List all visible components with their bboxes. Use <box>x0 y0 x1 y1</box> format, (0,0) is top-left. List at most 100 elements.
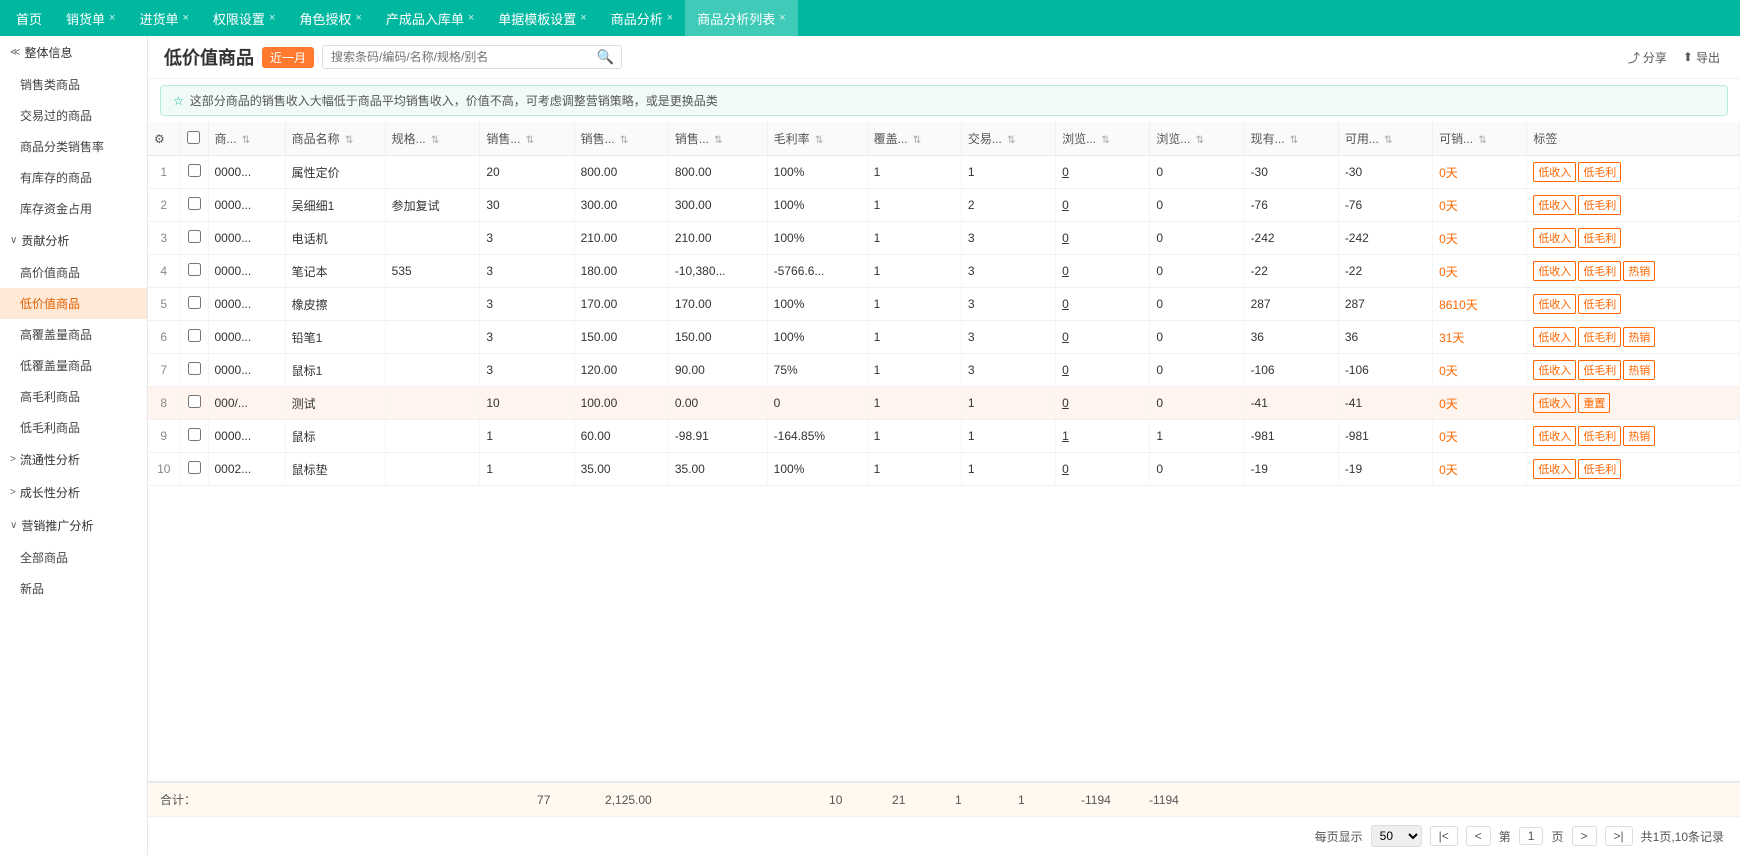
sidebar-item-low-margin[interactable]: 低毛利商品 <box>0 412 147 443</box>
sidebar-item-low-value[interactable]: 低价值商品 <box>0 288 147 319</box>
col-stock2[interactable]: 可用... ⇅ <box>1338 122 1432 156</box>
row-checkbox[interactable] <box>188 395 201 408</box>
browse-count-1[interactable]: 0 <box>1056 354 1150 387</box>
close-icon[interactable]: × <box>580 12 586 24</box>
browse-link[interactable]: 0 <box>1062 297 1069 311</box>
close-icon[interactable]: × <box>182 12 188 24</box>
sidebar-item-high-coverage[interactable]: 高覆盖量商品 <box>0 319 147 350</box>
sidebar-group-growth[interactable]: > 成长性分析 <box>0 476 147 509</box>
row-checkbox[interactable] <box>188 230 201 243</box>
select-all-checkbox[interactable] <box>187 131 200 144</box>
close-icon[interactable]: × <box>355 12 361 24</box>
sidebar-item-low-coverage[interactable]: 低覆盖量商品 <box>0 350 147 381</box>
nav-sales-order[interactable]: 销货单 × <box>54 0 127 36</box>
col-stock1[interactable]: 现有... ⇅ <box>1244 122 1338 156</box>
sidebar-item-inventory-funds[interactable]: 库存资金占用 <box>0 193 147 224</box>
browse-link[interactable]: 0 <box>1062 363 1069 377</box>
nav-role-auth[interactable]: 角色授权 × <box>287 0 373 36</box>
close-icon[interactable]: × <box>667 12 673 24</box>
close-icon[interactable]: × <box>779 12 785 24</box>
col-sales-amt[interactable]: 销售... ⇅ <box>574 122 668 156</box>
sidebar-item-all-products[interactable]: 全部商品 <box>0 542 147 573</box>
row-checkbox[interactable] <box>188 461 201 474</box>
col-sales-avg[interactable]: 销售... ⇅ <box>668 122 767 156</box>
col-browse2[interactable]: 浏览... ⇅ <box>1150 122 1244 156</box>
nav-purchase-order[interactable]: 进货单 × <box>127 0 200 36</box>
page-size-select[interactable]: 50 100 200 <box>1371 825 1422 847</box>
first-page-button[interactable]: |< <box>1430 826 1458 846</box>
browse-count-1[interactable]: 0 <box>1056 387 1150 420</box>
col-gross-rate[interactable]: 毛利率 ⇅ <box>767 122 867 156</box>
sidebar-group-marketing[interactable]: ∨ 营销推广分析 <box>0 509 147 542</box>
row-checkbox[interactable] <box>188 428 201 441</box>
col-settings[interactable]: ⚙ <box>148 122 180 156</box>
sidebar-group-overall[interactable]: ≪ 整体信息 <box>0 36 147 69</box>
col-coverage[interactable]: 覆盖... ⇅ <box>867 122 961 156</box>
nav-product-analysis-list[interactable]: 商品分析列表 × <box>685 0 797 36</box>
browse-count-1[interactable]: 0 <box>1056 189 1150 222</box>
close-icon[interactable]: × <box>468 12 474 24</box>
col-sales-qty[interactable]: 销售... ⇅ <box>480 122 574 156</box>
close-icon[interactable]: × <box>269 12 275 24</box>
browse-count-1[interactable]: 0 <box>1056 222 1150 255</box>
sidebar-item-category-sales-rate[interactable]: 商品分类销售率 <box>0 131 147 162</box>
next-page-button[interactable]: > <box>1572 826 1597 846</box>
browse-count-1[interactable]: 0 <box>1056 288 1150 321</box>
browse-count-1[interactable]: 0 <box>1056 156 1150 189</box>
browse-link[interactable]: 0 <box>1062 231 1069 245</box>
browse-count-1[interactable]: 0 <box>1056 453 1150 486</box>
browse-link[interactable]: 0 <box>1062 198 1069 212</box>
footer-stock2: -1194 <box>1149 793 1209 807</box>
product-tags: 低收入低毛利热销 <box>1527 354 1740 387</box>
col-stock3[interactable]: 可销... ⇅ <box>1433 122 1527 156</box>
nav-product-warehouse[interactable]: 产成品入库单 × <box>374 0 486 36</box>
browse-count-1[interactable]: 0 <box>1056 255 1150 288</box>
export-button[interactable]: ⬆ 导出 <box>1679 47 1724 68</box>
col-code[interactable]: 商... ⇅ <box>208 122 285 156</box>
col-browse1[interactable]: 浏览... ⇅ <box>1056 122 1150 156</box>
col-name[interactable]: 商品名称 ⇅ <box>285 122 385 156</box>
browse-link[interactable]: 0 <box>1062 165 1069 179</box>
footer-totals: 合计： 77 2,125.00 10 21 1 1 -1194 -1194 <box>148 781 1740 816</box>
trade-count: 3 <box>961 288 1055 321</box>
stock-available: -981 <box>1338 420 1432 453</box>
row-checkbox[interactable] <box>188 362 201 375</box>
sidebar-group-liquidity[interactable]: > 流通性分析 <box>0 443 147 476</box>
sidebar-item-stocked-products[interactable]: 有库存的商品 <box>0 162 147 193</box>
row-checkbox[interactable] <box>188 296 201 309</box>
nav-home[interactable]: 首页 <box>4 0 54 36</box>
sidebar-item-high-margin[interactable]: 高毛利商品 <box>0 381 147 412</box>
nav-permission-settings[interactable]: 权限设置 × <box>201 0 287 36</box>
sidebar-group-contribution[interactable]: ∨ 贡献分析 <box>0 224 147 257</box>
tag-badge: 热销 <box>1623 261 1655 281</box>
page-size-label: 每页显示 <box>1315 828 1363 845</box>
search-input[interactable] <box>322 45 622 69</box>
sidebar-item-new-products[interactable]: 新品 <box>0 573 147 604</box>
row-checkbox[interactable] <box>188 197 201 210</box>
browse-count-1[interactable]: 1 <box>1056 420 1150 453</box>
browse-link[interactable]: 1 <box>1062 429 1069 443</box>
col-trade[interactable]: 交易... ⇅ <box>961 122 1055 156</box>
row-checkbox[interactable] <box>188 164 201 177</box>
browse-link[interactable]: 0 <box>1062 330 1069 344</box>
sidebar-item-high-value[interactable]: 高价值商品 <box>0 257 147 288</box>
sidebar-item-traded-products[interactable]: 交易过的商品 <box>0 100 147 131</box>
tag-badge: 低毛利 <box>1578 294 1621 314</box>
browse-link[interactable]: 0 <box>1062 264 1069 278</box>
browse-count-1[interactable]: 0 <box>1056 321 1150 354</box>
close-icon[interactable]: × <box>109 12 115 24</box>
browse-link[interactable]: 0 <box>1062 396 1069 410</box>
sidebar-item-sales-products[interactable]: 销售类商品 <box>0 69 147 100</box>
nav-order-template[interactable]: 单据模板设置 × <box>486 0 598 36</box>
share-button[interactable]: ⤴ 分享 <box>1624 47 1671 68</box>
trade-count: 3 <box>961 222 1055 255</box>
browse-link[interactable]: 0 <box>1062 462 1069 476</box>
nav-product-analysis[interactable]: 商品分析 × <box>599 0 685 36</box>
product-name: 吴细细1 <box>285 189 385 222</box>
col-spec[interactable]: 规格... ⇅ <box>385 122 480 156</box>
prev-page-button[interactable]: < <box>1466 826 1491 846</box>
last-page-button[interactable]: >| <box>1605 826 1633 846</box>
filter-period-button[interactable]: 近一月 <box>262 47 314 68</box>
row-checkbox[interactable] <box>188 329 201 342</box>
row-checkbox[interactable] <box>188 263 201 276</box>
